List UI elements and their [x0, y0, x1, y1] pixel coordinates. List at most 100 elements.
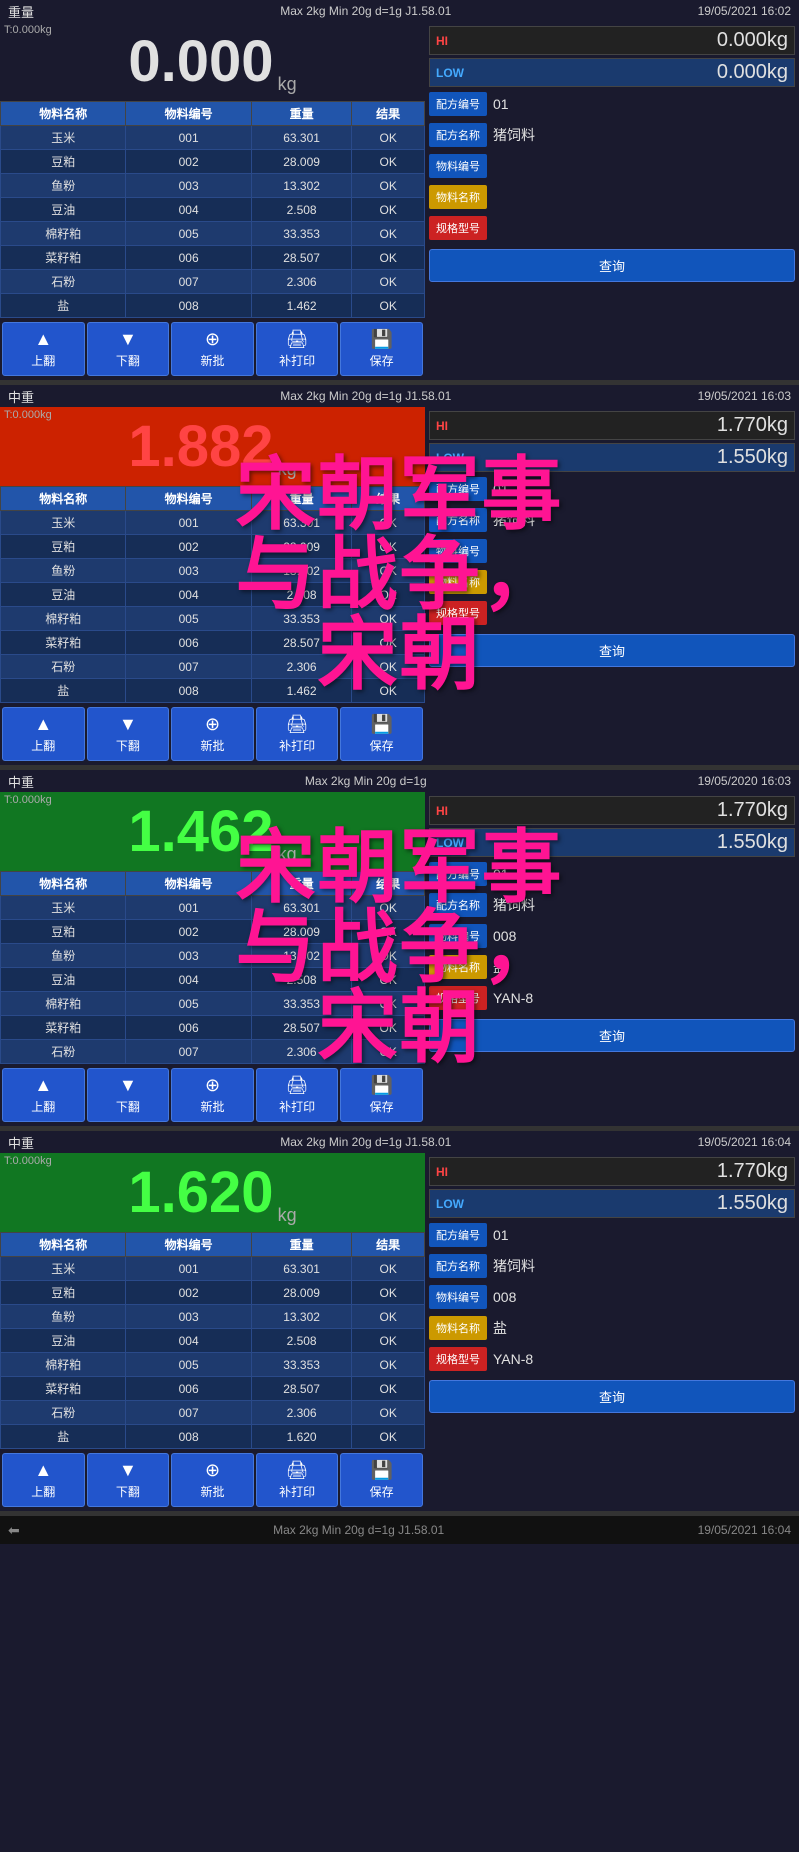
info-label-btn[interactable]: 配方名称 — [429, 893, 487, 917]
info-label-btn[interactable]: 规格型号 — [429, 1347, 487, 1371]
button-icon: ▼ — [119, 714, 137, 735]
low-label: LOW — [436, 836, 464, 850]
action-btn-补打印[interactable]: 🖨补打印 — [256, 322, 339, 376]
action-bar: ▲上翻▼下翻⊕新批🖨补打印💾保存 — [0, 703, 425, 765]
info-row-物料编号: 物料编号 — [429, 539, 795, 563]
bottom-nav-left: ⬅ — [8, 1522, 20, 1539]
action-btn-保存[interactable]: 💾保存 — [340, 1453, 423, 1507]
info-label-btn[interactable]: 物料名称 — [429, 955, 487, 979]
info-label-btn[interactable]: 物料编号 — [429, 1285, 487, 1309]
info-label-btn[interactable]: 配方名称 — [429, 1254, 487, 1278]
action-btn-补打印[interactable]: 🖨补打印 — [256, 1453, 339, 1507]
info-row-物料编号: 物料编号 — [429, 154, 795, 178]
info-value: 008 — [493, 1289, 516, 1305]
table-cell: 菜籽粕 — [1, 246, 126, 270]
action-btn-新批[interactable]: ⊕新批 — [171, 1453, 254, 1507]
low-value: 1.550kg — [717, 1192, 788, 1215]
table-row: 豆粕00228.009OK — [1, 535, 425, 559]
action-btn-上翻[interactable]: ▲上翻 — [2, 707, 85, 761]
action-btn-补打印[interactable]: 🖨补打印 — [256, 1068, 339, 1122]
query-button[interactable]: 查询 — [429, 249, 795, 282]
info-label-btn[interactable]: 规格型号 — [429, 601, 487, 625]
table-cell: 002 — [126, 920, 251, 944]
table-cell: OK — [352, 1040, 425, 1064]
info-label-btn[interactable]: 配方编号 — [429, 477, 487, 501]
status-center: Max 2kg Min 20g d=1g J1.58.01 — [280, 4, 451, 18]
info-label-btn[interactable]: 物料名称 — [429, 570, 487, 594]
table-cell: 008 — [126, 1425, 251, 1449]
weight-unit: kg — [278, 1205, 297, 1225]
info-label-btn[interactable]: 配方编号 — [429, 1223, 487, 1247]
table-cell: 004 — [126, 1329, 251, 1353]
table-cell: 菜籽粕 — [1, 631, 126, 655]
table-cell: 1.620 — [251, 1425, 352, 1449]
main-area: T:0.000kg1.882kg物料名称物料编号重量结果玉米00163.301O… — [0, 407, 799, 765]
action-btn-上翻[interactable]: ▲上翻 — [2, 1068, 85, 1122]
info-label-btn[interactable]: 物料编号 — [429, 924, 487, 948]
action-btn-保存[interactable]: 💾保存 — [340, 322, 423, 376]
info-label-btn[interactable]: 配方编号 — [429, 862, 487, 886]
action-btn-补打印[interactable]: 🖨补打印 — [256, 707, 339, 761]
low-display-row: LOW1.550kg — [429, 443, 795, 472]
action-btn-新批[interactable]: ⊕新批 — [171, 1068, 254, 1122]
left-panel: T:0.000kg1.620kg物料名称物料编号重量结果玉米00163.301O… — [0, 1153, 425, 1511]
table-cell: 007 — [126, 270, 251, 294]
hi-display-row: HI1.770kg — [429, 1157, 795, 1186]
table-row: 菜籽粕00628.507OK — [1, 1377, 425, 1401]
table-cell: 2.306 — [251, 655, 352, 679]
table-cell: OK — [352, 126, 425, 150]
table-cell: OK — [352, 583, 425, 607]
info-label-btn[interactable]: 配方编号 — [429, 92, 487, 116]
action-btn-新批[interactable]: ⊕新批 — [171, 707, 254, 761]
status-left: 中重 — [8, 772, 34, 791]
table-cell: 豆粕 — [1, 1281, 126, 1305]
table-cell: 盐 — [1, 1425, 126, 1449]
table-cell: 1.462 — [251, 294, 352, 318]
table-cell: 13.302 — [251, 944, 352, 968]
info-label-btn[interactable]: 规格型号 — [429, 986, 487, 1010]
data-table: 物料名称物料编号重量结果玉米00163.301OK豆粕00228.009OK鱼粉… — [0, 1232, 425, 1449]
table-cell: 盐 — [1, 294, 126, 318]
status-right: 19/05/2020 16:03 — [698, 774, 791, 788]
action-btn-保存[interactable]: 💾保存 — [340, 1068, 423, 1122]
table-cell: OK — [352, 198, 425, 222]
info-value: 盐 — [493, 1318, 507, 1338]
weight-display: T:0.000kg0.000kg — [0, 22, 425, 101]
query-button[interactable]: 查询 — [429, 634, 795, 667]
info-label-btn[interactable]: 物料名称 — [429, 1316, 487, 1340]
table-header: 结果 — [352, 872, 425, 896]
info-label-btn[interactable]: 物料编号 — [429, 154, 487, 178]
table-row: 豆油0042.508OK — [1, 198, 425, 222]
info-label-btn[interactable]: 物料名称 — [429, 185, 487, 209]
table-cell: 28.009 — [251, 1281, 352, 1305]
info-row-物料名称: 物料名称 — [429, 570, 795, 594]
button-icon: ▲ — [34, 1075, 52, 1096]
button-icon: 🖨 — [286, 1460, 309, 1481]
info-row-物料名称: 物料名称盐 — [429, 955, 795, 979]
panel-panel1: 重量 Max 2kg Min 20g d=1g J1.58.01 19/05/2… — [0, 0, 799, 382]
action-btn-新批[interactable]: ⊕新批 — [171, 322, 254, 376]
action-btn-下翻[interactable]: ▼下翻 — [87, 1453, 170, 1507]
table-cell: 石粉 — [1, 655, 126, 679]
left-panel: T:0.000kg1.462kg物料名称物料编号重量结果玉米00163.301O… — [0, 792, 425, 1126]
data-table: 物料名称物料编号重量结果玉米00163.301OK豆粕00228.009OK鱼粉… — [0, 486, 425, 703]
info-label-btn[interactable]: 配方名称 — [429, 123, 487, 147]
button-label: 新批 — [200, 737, 224, 754]
action-btn-下翻[interactable]: ▼下翻 — [87, 1068, 170, 1122]
info-label-btn[interactable]: 物料编号 — [429, 539, 487, 563]
table-cell: 002 — [126, 150, 251, 174]
left-panel: T:0.000kg0.000kg物料名称物料编号重量结果玉米00163.301O… — [0, 22, 425, 380]
info-row-物料编号: 物料编号008 — [429, 924, 795, 948]
action-btn-下翻[interactable]: ▼下翻 — [87, 707, 170, 761]
query-button[interactable]: 查询 — [429, 1380, 795, 1413]
table-cell: 1.462 — [251, 679, 352, 703]
action-btn-下翻[interactable]: ▼下翻 — [87, 322, 170, 376]
button-label: 下翻 — [116, 1098, 140, 1115]
info-label-btn[interactable]: 配方名称 — [429, 508, 487, 532]
action-btn-保存[interactable]: 💾保存 — [340, 707, 423, 761]
action-btn-上翻[interactable]: ▲上翻 — [2, 1453, 85, 1507]
action-btn-上翻[interactable]: ▲上翻 — [2, 322, 85, 376]
info-row-配方名称: 配方名称猪饲料 — [429, 893, 795, 917]
query-button[interactable]: 查询 — [429, 1019, 795, 1052]
info-label-btn[interactable]: 规格型号 — [429, 216, 487, 240]
